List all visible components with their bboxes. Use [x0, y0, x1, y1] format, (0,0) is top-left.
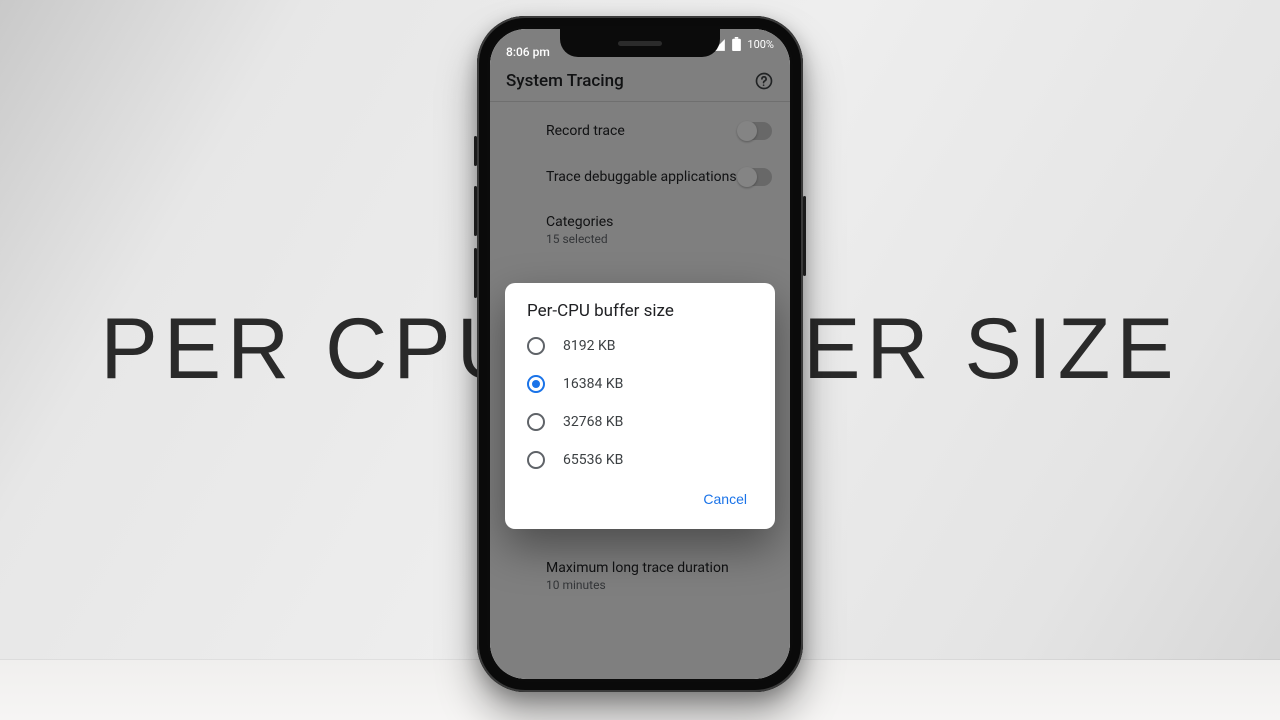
radio-icon — [527, 413, 545, 431]
phone-notch — [560, 29, 720, 57]
option-label: 16384 KB — [563, 376, 623, 392]
status-battery-text: 100% — [747, 38, 774, 51]
volume-down-button — [474, 248, 477, 298]
phone-frame: System Tracing Record trace — [477, 16, 803, 692]
cancel-button[interactable]: Cancel — [695, 483, 755, 515]
dialog-title: Per-CPU buffer size — [513, 301, 767, 327]
option-16384[interactable]: 16384 KB — [513, 365, 767, 403]
option-32768[interactable]: 32768 KB — [513, 403, 767, 441]
stage: PER CPU BUFFER SIZE System Tracing — [0, 0, 1280, 720]
battery-icon — [732, 37, 741, 51]
volume-up-button — [474, 186, 477, 236]
option-label: 65536 KB — [563, 452, 623, 468]
power-button — [803, 196, 806, 276]
option-8192[interactable]: 8192 KB — [513, 327, 767, 365]
radio-icon — [527, 375, 545, 393]
buffer-size-dialog: Per-CPU buffer size 8192 KB 16384 KB 327… — [505, 283, 775, 529]
side-button — [474, 136, 477, 166]
dialog-actions: Cancel — [513, 479, 767, 523]
radio-icon — [527, 337, 545, 355]
option-label: 32768 KB — [563, 414, 623, 430]
option-label: 8192 KB — [563, 338, 615, 354]
phone-screen: System Tracing Record trace — [490, 29, 790, 679]
radio-icon — [527, 451, 545, 469]
status-time: 8:06 pm — [506, 45, 550, 63]
option-65536[interactable]: 65536 KB — [513, 441, 767, 479]
